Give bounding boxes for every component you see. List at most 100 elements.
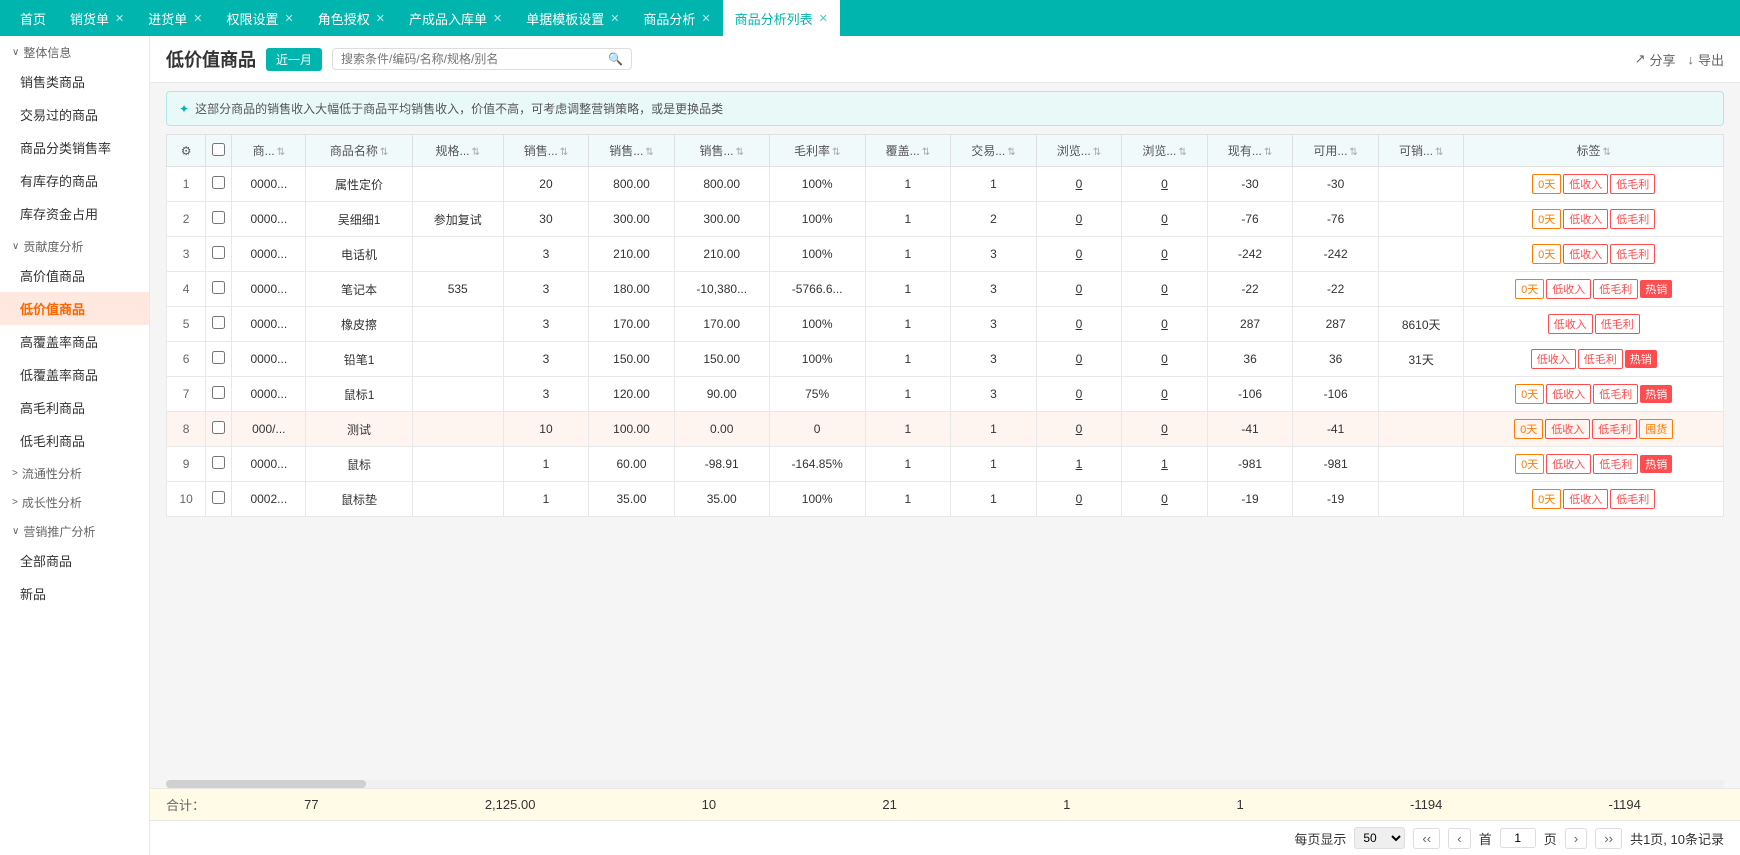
sidebar-item-high-coverage[interactable]: 高覆盖率商品 (0, 325, 149, 358)
page-number-input[interactable] (1500, 828, 1536, 848)
row-browse1[interactable]: 0 (1036, 377, 1122, 412)
sidebar-item-new-products[interactable]: 新品 (0, 577, 149, 610)
sidebar-item-low-margin[interactable]: 低毛利商品 (0, 424, 149, 457)
col-check[interactable] (206, 135, 232, 167)
browse-link[interactable]: 0 (1076, 352, 1083, 366)
nav-purchase[interactable]: 进货单✕ (136, 0, 214, 36)
col-browse1[interactable]: 浏览...⇅ (1036, 135, 1122, 167)
nav-role[interactable]: 角色授权✕ (306, 0, 397, 36)
row-browse1[interactable]: 0 (1036, 202, 1122, 237)
row-checkbox[interactable] (212, 316, 225, 329)
sidebar-group-contribution[interactable]: ∨ 贡献度分析 (0, 230, 149, 259)
row-checkbox[interactable] (212, 351, 225, 364)
sidebar-item-high-margin[interactable]: 高毛利商品 (0, 391, 149, 424)
sidebar-item-category-rate[interactable]: 商品分类销售率 (0, 131, 149, 164)
row-browse1[interactable]: 0 (1036, 482, 1122, 517)
row-gear[interactable]: 8 (167, 412, 206, 447)
row-gear[interactable]: 3 (167, 237, 206, 272)
row-checkbox[interactable] (212, 246, 225, 259)
browse-link[interactable]: 0 (1161, 387, 1168, 401)
row-checkbox[interactable] (212, 421, 225, 434)
row-browse1[interactable]: 0 (1036, 412, 1122, 447)
sidebar-group-growth[interactable]: > 成长性分析 (0, 486, 149, 515)
nav-template[interactable]: 单据模板设置✕ (514, 0, 631, 36)
browse-link[interactable]: 0 (1076, 212, 1083, 226)
col-browse2[interactable]: 浏览...⇅ (1122, 135, 1208, 167)
sidebar-item-high-value[interactable]: 高价值商品 (0, 259, 149, 292)
col-sales-qty[interactable]: 销售...⇅ (503, 135, 589, 167)
nav-product-analysis[interactable]: 商品分析✕ (631, 0, 722, 36)
row-browse1[interactable]: 1 (1036, 447, 1122, 482)
first-page-button[interactable]: ‹‹ (1413, 828, 1440, 849)
search-input[interactable] (341, 52, 602, 66)
sidebar-item-stocked-products[interactable]: 有库存的商品 (0, 164, 149, 197)
row-checkbox[interactable] (212, 456, 225, 469)
browse-link[interactable]: 0 (1076, 317, 1083, 331)
browse-link[interactable]: 0 (1161, 317, 1168, 331)
browse-link[interactable]: 0 (1076, 177, 1083, 191)
col-sales-amount[interactable]: 销售...⇅ (674, 135, 769, 167)
row-checkbox[interactable] (212, 211, 225, 224)
sidebar-item-all-products[interactable]: 全部商品 (0, 544, 149, 577)
browse-link[interactable]: 0 (1161, 352, 1168, 366)
row-browse1[interactable]: 0 (1036, 237, 1122, 272)
browse-link[interactable]: 1 (1161, 457, 1168, 471)
row-gear[interactable]: 7 (167, 377, 206, 412)
col-tags[interactable]: 标签⇅ (1464, 135, 1724, 167)
sidebar-item-low-coverage[interactable]: 低覆盖率商品 (0, 358, 149, 391)
row-checkbox[interactable] (212, 176, 225, 189)
row-gear[interactable]: 10 (167, 482, 206, 517)
share-button[interactable]: ↗ 分享 (1635, 50, 1676, 69)
horizontal-scrollbar[interactable] (166, 780, 1724, 788)
row-gear[interactable]: 6 (167, 342, 206, 377)
row-gear[interactable]: 1 (167, 167, 206, 202)
sidebar-item-low-value[interactable]: 低价值商品 (0, 292, 149, 325)
col-sales-price[interactable]: 销售...⇅ (589, 135, 675, 167)
close-icon[interactable]: ✕ (819, 12, 828, 25)
browse-link[interactable]: 0 (1161, 212, 1168, 226)
browse-link[interactable]: 0 (1161, 422, 1168, 436)
col-name[interactable]: 商品名称⇅ (306, 135, 412, 167)
sidebar-item-traded-products[interactable]: 交易过的商品 (0, 98, 149, 131)
col-available[interactable]: 可用...⇅ (1293, 135, 1379, 167)
export-button[interactable]: ↓ 导出 (1687, 50, 1724, 69)
col-code[interactable]: 商...⇅ (232, 135, 306, 167)
row-gear[interactable]: 2 (167, 202, 206, 237)
col-trade[interactable]: 交易...⇅ (951, 135, 1037, 167)
sidebar-group-marketing[interactable]: ∨ 营销推广分析 (0, 515, 149, 544)
close-icon[interactable]: ✕ (610, 12, 619, 25)
col-spec[interactable]: 规格...⇅ (412, 135, 503, 167)
row-browse1[interactable]: 0 (1036, 272, 1122, 307)
browse-link[interactable]: 0 (1161, 177, 1168, 191)
nav-permission[interactable]: 权限设置✕ (214, 0, 305, 36)
nav-product-stock[interactable]: 产成品入库单✕ (397, 0, 514, 36)
select-all-checkbox[interactable] (212, 143, 225, 156)
sidebar-group-overall[interactable]: ∨ 整体信息 (0, 36, 149, 65)
browse-link[interactable]: 0 (1076, 282, 1083, 296)
row-browse1[interactable]: 0 (1036, 167, 1122, 202)
browse-link[interactable]: 0 (1161, 247, 1168, 261)
close-icon[interactable]: ✕ (376, 12, 385, 25)
col-current[interactable]: 现有...⇅ (1207, 135, 1293, 167)
browse-link[interactable]: 0 (1076, 422, 1083, 436)
sidebar-item-inventory-capital[interactable]: 库存资金占用 (0, 197, 149, 230)
row-checkbox[interactable] (212, 281, 225, 294)
nav-home[interactable]: 首页 (8, 0, 58, 36)
browse-link[interactable]: 0 (1161, 282, 1168, 296)
sidebar-group-circulation[interactable]: > 流通性分析 (0, 457, 149, 486)
filter-period-button[interactable]: 近一月 (266, 48, 322, 71)
row-browse1[interactable]: 0 (1036, 307, 1122, 342)
browse-link[interactable]: 0 (1161, 492, 1168, 506)
close-icon[interactable]: ✕ (493, 12, 502, 25)
last-page-button[interactable]: ›› (1595, 828, 1622, 849)
close-icon[interactable]: ✕ (701, 12, 710, 25)
browse-link[interactable]: 1 (1076, 457, 1083, 471)
col-gross-rate[interactable]: 毛利率⇅ (769, 135, 865, 167)
close-icon[interactable]: ✕ (285, 12, 294, 25)
row-browse1[interactable]: 0 (1036, 342, 1122, 377)
row-checkbox[interactable] (212, 386, 225, 399)
next-page-button[interactable]: › (1565, 828, 1587, 849)
browse-link[interactable]: 0 (1076, 492, 1083, 506)
nav-sales[interactable]: 销货单✕ (58, 0, 136, 36)
row-gear[interactable]: 4 (167, 272, 206, 307)
